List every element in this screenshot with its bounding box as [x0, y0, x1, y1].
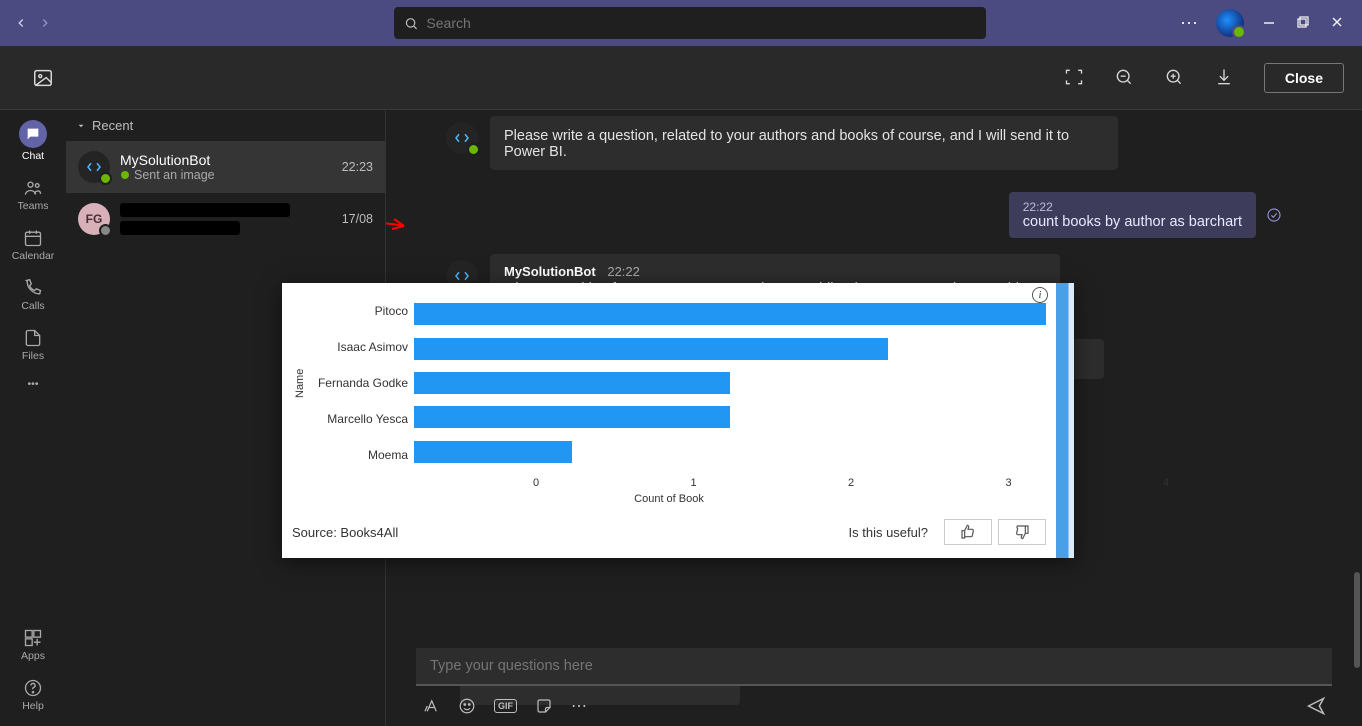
rail-calendar[interactable]: Calendar — [12, 228, 55, 262]
bot-avatar-icon — [446, 122, 478, 154]
annotation-arrow-icon — [386, 210, 416, 250]
chevron-down-icon — [76, 121, 86, 131]
rail-more[interactable]: ••• — [27, 378, 38, 390]
user-avatar: FG — [78, 203, 110, 235]
rail-apps[interactable]: Apps — [21, 628, 45, 662]
nav-forward-button[interactable] — [36, 14, 54, 32]
my-message-row: 22:22 count books by author as barchart — [416, 192, 1282, 238]
rail-chat[interactable]: Chat — [19, 120, 47, 162]
my-message-bubble: 22:22 count books by author as barchart — [1009, 192, 1256, 238]
rail-files-label: Files — [22, 350, 44, 362]
recent-label: Recent — [92, 118, 133, 133]
rail-calls-label: Calls — [21, 300, 44, 312]
rail-apps-label: Apps — [21, 650, 45, 662]
more-icon: ••• — [27, 378, 38, 390]
emoji-icon[interactable] — [458, 697, 476, 715]
chart-useful-label: Is this useful? — [849, 525, 929, 540]
bot-message-bubble: Please write a question, related to your… — [490, 116, 1118, 170]
scrollbar[interactable] — [1354, 572, 1360, 668]
presence-icon — [120, 170, 130, 180]
rail-calls[interactable]: Calls — [21, 278, 44, 312]
chart-bar — [414, 406, 730, 428]
thumbs-up-button[interactable] — [944, 519, 992, 545]
message-row: Please write a question, related to your… — [446, 116, 1332, 170]
chart-bar — [414, 338, 888, 360]
more-compose-icon[interactable]: ⋯ — [571, 696, 587, 716]
search-input[interactable] — [426, 15, 976, 31]
bot-avatar-icon — [78, 151, 110, 183]
message-text: Please write a question, related to your… — [504, 128, 1104, 160]
message-author: MySolutionBot — [504, 264, 596, 279]
format-icon[interactable] — [422, 697, 440, 715]
maximize-button[interactable] — [1296, 15, 1312, 31]
rail-calendar-label: Calendar — [12, 250, 55, 262]
rail-help[interactable]: Help — [22, 678, 44, 712]
send-icon[interactable] — [1306, 696, 1326, 716]
chart-x-ticks: 01234 — [414, 477, 1046, 491]
chat-item-time: 22:23 — [342, 160, 373, 174]
thumbs-down-button[interactable] — [998, 519, 1046, 545]
title-bar: ⋯ — [0, 0, 1362, 46]
rail-help-label: Help — [22, 700, 44, 712]
calendar-icon — [23, 228, 43, 248]
search-box[interactable] — [394, 7, 986, 39]
rail-teams-label: Teams — [18, 200, 49, 212]
close-window-button[interactable] — [1330, 15, 1346, 31]
profile-avatar[interactable] — [1216, 9, 1244, 37]
recent-header[interactable]: Recent — [66, 110, 385, 141]
chat-item-time: 17/08 — [342, 212, 373, 226]
calls-icon — [23, 278, 43, 298]
image-icon — [32, 67, 54, 89]
chart-source-label: Source: Books4All — [292, 525, 398, 540]
files-icon — [23, 328, 43, 348]
close-viewer-button[interactable]: Close — [1264, 63, 1344, 93]
more-options-button[interactable]: ⋯ — [1180, 13, 1198, 34]
chart-bars — [414, 293, 1046, 473]
chart-side-strip — [1056, 283, 1074, 558]
message-time: 22:22 — [1023, 200, 1242, 214]
redacted-sub — [120, 221, 240, 235]
chart-x-axis-label: Count of Book — [292, 493, 1046, 505]
chat-item-title: MySolutionBot — [120, 152, 332, 168]
rail-chat-label: Chat — [22, 150, 44, 162]
chat-item-bot[interactable]: MySolutionBot Sent an image 22:23 — [66, 141, 385, 193]
gif-icon[interactable]: GIF — [494, 699, 517, 713]
chart-bar — [414, 303, 1046, 325]
download-icon[interactable] — [1214, 67, 1236, 89]
chart-overlay: i Name PitocoIsaac AsimovFernanda GodkeM… — [282, 283, 1074, 558]
message-text: count books by author as barchart — [1023, 214, 1242, 230]
zoom-in-icon[interactable] — [1164, 67, 1186, 89]
rail-teams[interactable]: Teams — [18, 178, 49, 212]
sticker-icon[interactable] — [535, 697, 553, 715]
chat-item-user[interactable]: FG 17/08 — [66, 193, 385, 245]
apps-icon — [23, 628, 43, 648]
zoom-out-icon[interactable] — [1114, 67, 1136, 89]
redacted-name — [120, 203, 290, 217]
minimize-button[interactable] — [1262, 15, 1278, 31]
app-rail: Chat Teams Calendar Calls Files ••• Apps — [0, 110, 66, 726]
chat-icon — [19, 120, 47, 148]
nav-back-button[interactable] — [12, 14, 30, 32]
sent-check-icon — [1266, 207, 1282, 223]
help-icon — [23, 678, 43, 698]
chart-y-axis-label: Name — [292, 293, 308, 473]
compose-area: GIF ⋯ — [416, 648, 1332, 716]
image-viewer-toolbar: Close — [0, 46, 1362, 110]
fit-screen-icon[interactable] — [1064, 67, 1086, 89]
chat-item-subtitle: Sent an image — [120, 168, 332, 182]
chart-y-categories: PitocoIsaac AsimovFernanda GodkeMarcello… — [308, 293, 414, 473]
teams-icon — [23, 178, 43, 198]
chart-bar — [414, 441, 572, 463]
message-time: 22:22 — [607, 264, 640, 279]
compose-input[interactable] — [416, 648, 1332, 686]
search-icon — [404, 16, 418, 31]
chart-bar — [414, 372, 730, 394]
rail-files[interactable]: Files — [22, 328, 44, 362]
